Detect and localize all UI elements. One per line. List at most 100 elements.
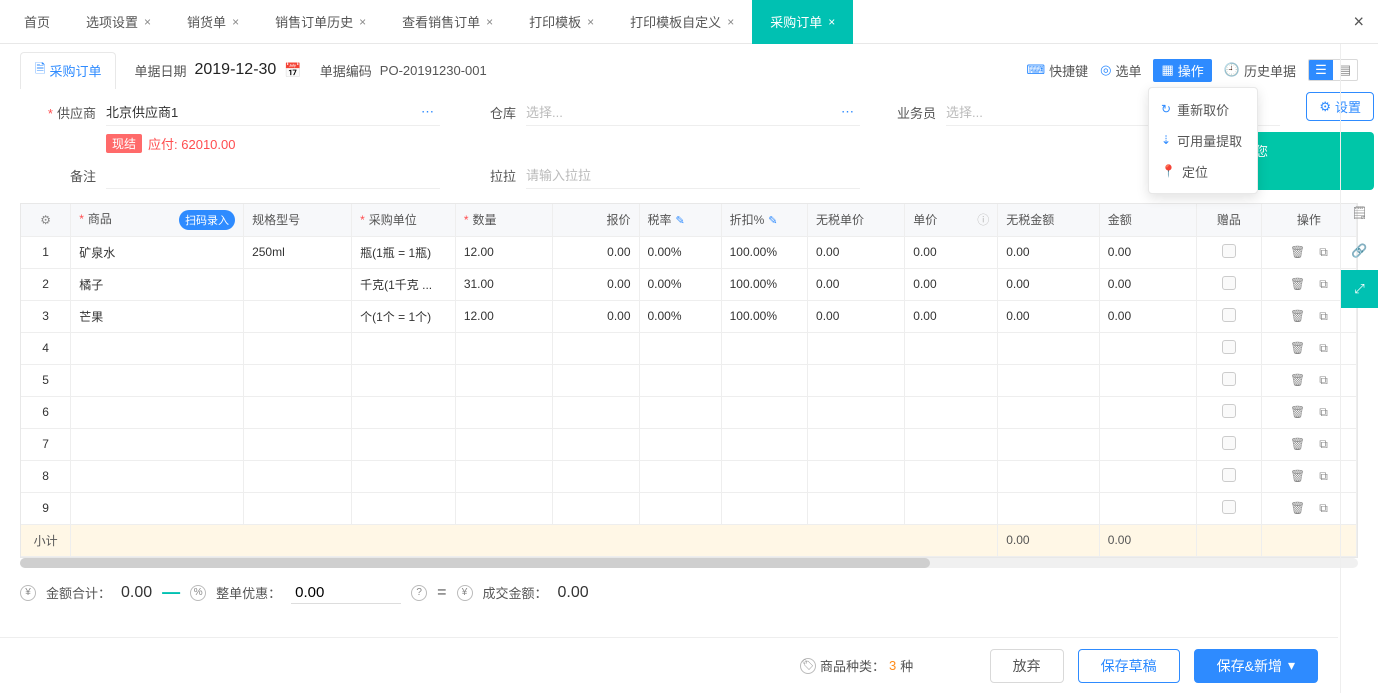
- delete-icon[interactable]: 🗑: [1290, 277, 1305, 292]
- cell-price[interactable]: 0.00: [905, 300, 998, 332]
- cell-net-price[interactable]: [808, 492, 905, 524]
- cell-qty[interactable]: [455, 428, 552, 460]
- expand-icon[interactable]: ⤢: [1341, 270, 1378, 308]
- cell-discount[interactable]: [721, 428, 807, 460]
- cell-tax[interactable]: [639, 460, 721, 492]
- cell-amount[interactable]: [1099, 428, 1196, 460]
- cell-price[interactable]: [905, 492, 998, 524]
- horizontal-scrollbar[interactable]: [20, 558, 1358, 568]
- cell-net-amount[interactable]: [998, 396, 1100, 428]
- link-icon[interactable]: 🔗: [1341, 232, 1378, 270]
- cell-net-price[interactable]: [808, 364, 905, 396]
- cell-tax[interactable]: [639, 492, 721, 524]
- cell-net-price[interactable]: [808, 396, 905, 428]
- cell-price[interactable]: [905, 396, 998, 428]
- cell-gift[interactable]: [1197, 300, 1262, 332]
- cell-discount[interactable]: 100.00%: [721, 300, 807, 332]
- cell-tax[interactable]: [639, 396, 721, 428]
- cell-qty[interactable]: 31.00: [455, 268, 552, 300]
- cell-net-amount[interactable]: 0.00: [998, 268, 1100, 300]
- copy-icon[interactable]: ⧉: [1319, 469, 1328, 484]
- cell-net-price[interactable]: [808, 428, 905, 460]
- cell-gift[interactable]: [1197, 332, 1262, 364]
- cell-qty[interactable]: [455, 492, 552, 524]
- close-icon[interactable]: ×: [359, 15, 366, 29]
- cell-quote[interactable]: 0.00: [553, 300, 639, 332]
- delete-icon[interactable]: 🗑: [1290, 341, 1305, 356]
- dropdown-reprice[interactable]: ↻重新取价: [1149, 94, 1257, 125]
- gift-checkbox[interactable]: [1222, 500, 1236, 514]
- cell-unit[interactable]: 瓶(1瓶 = 1瓶): [352, 236, 456, 268]
- cell-tax[interactable]: [639, 332, 721, 364]
- cell-amount[interactable]: [1099, 460, 1196, 492]
- cell-discount[interactable]: [721, 396, 807, 428]
- close-all-icon[interactable]: ×: [1353, 11, 1364, 32]
- cell-discount[interactable]: [721, 460, 807, 492]
- cell-net-amount[interactable]: [998, 492, 1100, 524]
- cell-net-amount[interactable]: 0.00: [998, 300, 1100, 332]
- gift-checkbox[interactable]: [1222, 340, 1236, 354]
- close-icon[interactable]: ×: [232, 15, 239, 29]
- cell-unit[interactable]: 千克(1千克 ...: [352, 268, 456, 300]
- more-icon[interactable]: ⋯: [841, 104, 860, 120]
- cell-price[interactable]: [905, 460, 998, 492]
- copy-icon[interactable]: ⧉: [1319, 437, 1328, 452]
- delete-icon[interactable]: 🗑: [1290, 309, 1305, 324]
- cell-qty[interactable]: 12.00: [455, 236, 552, 268]
- list-view-icon[interactable]: ☰: [1309, 60, 1333, 80]
- close-icon[interactable]: ×: [727, 15, 734, 29]
- close-icon[interactable]: ×: [486, 15, 493, 29]
- gift-checkbox[interactable]: [1222, 404, 1236, 418]
- tab-print-custom[interactable]: 打印模板自定义×: [612, 0, 752, 44]
- cell-tax[interactable]: 0.00%: [639, 268, 721, 300]
- cell-gift[interactable]: [1197, 428, 1262, 460]
- remark-input[interactable]: [106, 161, 440, 189]
- cell-quote[interactable]: [553, 460, 639, 492]
- cell-quote[interactable]: [553, 364, 639, 396]
- cell-spec[interactable]: [244, 460, 352, 492]
- delete-icon[interactable]: 🗑: [1290, 245, 1305, 260]
- table-row[interactable]: 9🗑⧉: [21, 492, 1357, 524]
- delete-icon[interactable]: 🗑: [1290, 437, 1305, 452]
- cell-spec[interactable]: [244, 268, 352, 300]
- cell-gift[interactable]: [1197, 460, 1262, 492]
- cell-quote[interactable]: [553, 332, 639, 364]
- edit-icon[interactable]: ✎: [676, 215, 685, 227]
- cell-amount[interactable]: [1099, 364, 1196, 396]
- cell-spec[interactable]: [244, 428, 352, 460]
- cell-tax[interactable]: 0.00%: [639, 300, 721, 332]
- cell-tax[interactable]: 0.00%: [639, 236, 721, 268]
- cell-product[interactable]: 芒果: [71, 300, 244, 332]
- cell-discount[interactable]: 100.00%: [721, 268, 807, 300]
- cell-quote[interactable]: [553, 428, 639, 460]
- cell-net-amount[interactable]: 0.00: [998, 236, 1100, 268]
- sub-tab-purchase-order[interactable]: 🗎 采购订单: [20, 52, 116, 89]
- cell-amount[interactable]: [1099, 332, 1196, 364]
- cell-net-amount[interactable]: [998, 460, 1100, 492]
- tab-sales[interactable]: 销货单×: [169, 0, 257, 44]
- cell-product[interactable]: 矿泉水: [71, 236, 244, 268]
- cell-product[interactable]: [71, 460, 244, 492]
- warehouse-select[interactable]: 选择...⋯: [526, 98, 860, 126]
- cell-discount[interactable]: 100.00%: [721, 236, 807, 268]
- cell-qty[interactable]: [455, 332, 552, 364]
- cell-unit[interactable]: 个(1个 = 1个): [352, 300, 456, 332]
- cell-spec[interactable]: [244, 396, 352, 428]
- cell-quote[interactable]: [553, 492, 639, 524]
- tab-home[interactable]: 首页: [6, 0, 68, 44]
- scan-chip[interactable]: 扫码录入: [179, 210, 235, 230]
- cell-gift[interactable]: [1197, 364, 1262, 396]
- tab-view-sales[interactable]: 查看销售订单×: [384, 0, 511, 44]
- close-icon[interactable]: ×: [144, 15, 151, 29]
- cell-qty[interactable]: [455, 364, 552, 396]
- close-icon[interactable]: ×: [587, 15, 594, 29]
- cell-unit[interactable]: [352, 460, 456, 492]
- cell-unit[interactable]: [352, 428, 456, 460]
- cell-product[interactable]: [71, 364, 244, 396]
- cell-price[interactable]: 0.00: [905, 268, 998, 300]
- cell-amount[interactable]: 0.00: [1099, 236, 1196, 268]
- cell-amount[interactable]: [1099, 492, 1196, 524]
- table-row[interactable]: 2橘子千克(1千克 ...31.000.000.00%100.00%0.000.…: [21, 268, 1357, 300]
- cell-price[interactable]: [905, 332, 998, 364]
- cell-amount[interactable]: 0.00: [1099, 268, 1196, 300]
